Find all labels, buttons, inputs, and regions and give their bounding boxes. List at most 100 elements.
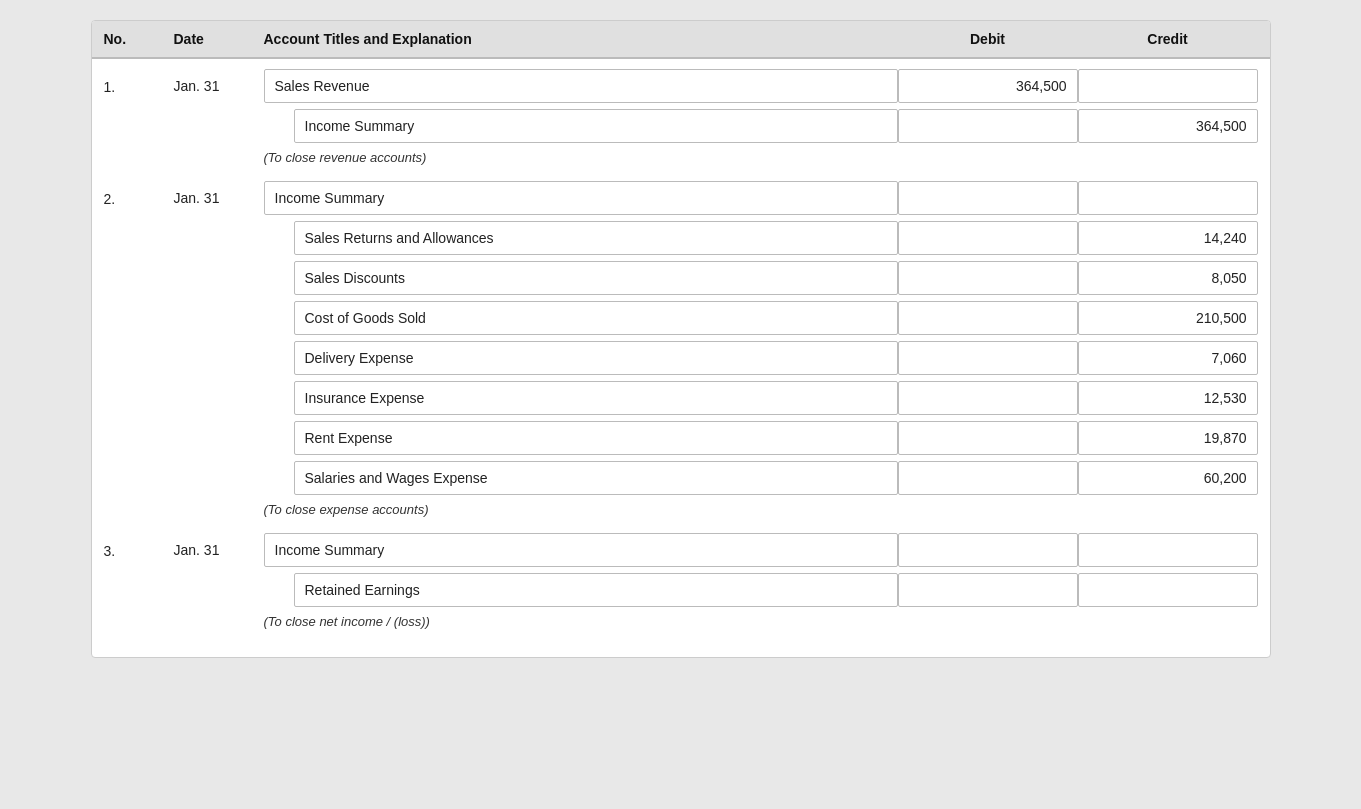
- col-no-header: No.: [104, 31, 174, 47]
- account-title-input[interactable]: [294, 341, 898, 375]
- debit-input[interactable]: [898, 69, 1078, 103]
- credit-cell: [1078, 301, 1258, 335]
- entry-number: 2.: [104, 189, 174, 207]
- credit-input[interactable]: [1078, 381, 1258, 415]
- debit-cell: [898, 573, 1078, 607]
- account-cell: [264, 461, 898, 495]
- credit-input[interactable]: [1078, 69, 1258, 103]
- entry-number: [104, 437, 174, 439]
- debit-cell: [898, 461, 1078, 495]
- debit-cell: [898, 69, 1078, 103]
- entry-number: 1.: [104, 77, 174, 95]
- col-credit-header: Credit: [1078, 31, 1258, 47]
- debit-input[interactable]: [898, 181, 1078, 215]
- debit-cell: [898, 381, 1078, 415]
- table-row: [104, 381, 1258, 415]
- table-header: No. Date Account Titles and Explanation …: [92, 21, 1270, 59]
- entry-number: [104, 397, 174, 399]
- account-cell: [264, 301, 898, 335]
- credit-cell: [1078, 461, 1258, 495]
- credit-input[interactable]: [1078, 421, 1258, 455]
- col-account-header: Account Titles and Explanation: [264, 31, 898, 47]
- entry-number: [104, 589, 174, 591]
- closing-note: (To close expense accounts): [264, 500, 429, 523]
- account-title-input[interactable]: [294, 381, 898, 415]
- credit-input[interactable]: [1078, 181, 1258, 215]
- table-row: [104, 421, 1258, 455]
- account-title-input[interactable]: [294, 261, 898, 295]
- credit-cell: [1078, 261, 1258, 295]
- credit-input[interactable]: [1078, 109, 1258, 143]
- debit-input[interactable]: [898, 381, 1078, 415]
- account-title-input[interactable]: [294, 221, 898, 255]
- debit-input[interactable]: [898, 461, 1078, 495]
- table-row: [104, 109, 1258, 143]
- journal-body: 1.Jan. 31(To close revenue accounts)2.Ja…: [92, 59, 1270, 657]
- closing-note: (To close revenue accounts): [264, 148, 427, 171]
- entry-date: Jan. 31: [174, 190, 264, 206]
- entry-number: [104, 477, 174, 479]
- credit-cell: [1078, 69, 1258, 103]
- credit-input[interactable]: [1078, 341, 1258, 375]
- col-debit-header: Debit: [898, 31, 1078, 47]
- debit-cell: [898, 341, 1078, 375]
- account-cell: [264, 109, 898, 143]
- account-title-input[interactable]: [264, 181, 898, 215]
- credit-cell: [1078, 381, 1258, 415]
- credit-cell: [1078, 533, 1258, 567]
- note-row: (To close net income / (loss)): [104, 613, 1258, 629]
- debit-cell: [898, 109, 1078, 143]
- table-row: [104, 221, 1258, 255]
- entry-number: [104, 317, 174, 319]
- account-cell: [264, 421, 898, 455]
- account-title-input[interactable]: [294, 461, 898, 495]
- table-row: 3.Jan. 31: [104, 533, 1258, 567]
- debit-input[interactable]: [898, 533, 1078, 567]
- closing-note: (To close net income / (loss)): [264, 612, 430, 635]
- credit-input[interactable]: [1078, 573, 1258, 607]
- debit-input[interactable]: [898, 301, 1078, 335]
- credit-input[interactable]: [1078, 261, 1258, 295]
- account-title-input[interactable]: [264, 533, 898, 567]
- account-title-input[interactable]: [294, 421, 898, 455]
- debit-cell: [898, 181, 1078, 215]
- debit-input[interactable]: [898, 109, 1078, 143]
- account-cell: [264, 341, 898, 375]
- credit-input[interactable]: [1078, 221, 1258, 255]
- account-cell: [264, 573, 898, 607]
- table-row: 2.Jan. 31: [104, 181, 1258, 215]
- account-cell: [264, 533, 898, 567]
- account-title-input[interactable]: [294, 573, 898, 607]
- credit-cell: [1078, 181, 1258, 215]
- table-row: [104, 573, 1258, 607]
- entry-date: Jan. 31: [174, 78, 264, 94]
- debit-input[interactable]: [898, 573, 1078, 607]
- table-row: [104, 301, 1258, 335]
- table-row: [104, 461, 1258, 495]
- debit-input[interactable]: [898, 261, 1078, 295]
- account-title-input[interactable]: [264, 69, 898, 103]
- debit-input[interactable]: [898, 221, 1078, 255]
- col-date-header: Date: [174, 31, 264, 47]
- credit-input[interactable]: [1078, 301, 1258, 335]
- debit-cell: [898, 421, 1078, 455]
- account-cell: [264, 221, 898, 255]
- debit-cell: [898, 221, 1078, 255]
- debit-cell: [898, 533, 1078, 567]
- account-title-input[interactable]: [294, 109, 898, 143]
- note-row: (To close expense accounts): [104, 501, 1258, 517]
- account-cell: [264, 181, 898, 215]
- note-row: (To close revenue accounts): [104, 149, 1258, 165]
- credit-input[interactable]: [1078, 461, 1258, 495]
- account-title-input[interactable]: [294, 301, 898, 335]
- credit-cell: [1078, 221, 1258, 255]
- credit-input[interactable]: [1078, 533, 1258, 567]
- entry-number: [104, 277, 174, 279]
- account-cell: [264, 69, 898, 103]
- debit-input[interactable]: [898, 341, 1078, 375]
- credit-cell: [1078, 341, 1258, 375]
- debit-input[interactable]: [898, 421, 1078, 455]
- credit-cell: [1078, 109, 1258, 143]
- debit-cell: [898, 261, 1078, 295]
- entry-number: 3.: [104, 541, 174, 559]
